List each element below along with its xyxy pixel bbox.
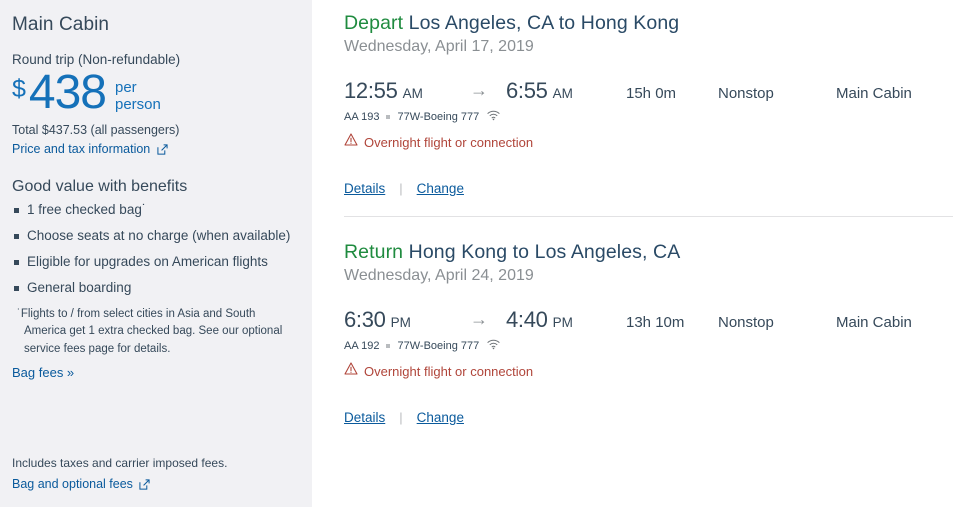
- arrival-time: 4:40 PM: [506, 307, 626, 333]
- arrow-right-icon: →: [470, 80, 488, 100]
- benefits-list: 1 free checked bag˙ Choose seats at no c…: [12, 202, 300, 297]
- price-amount: 438: [28, 66, 107, 119]
- overnight-warning-text: Overnight flight or connection: [364, 363, 534, 379]
- benefits-heading: Good value with benefits: [12, 178, 188, 195]
- wifi-icon: [487, 337, 500, 355]
- arrival-time-value: 6:55: [506, 78, 548, 103]
- slice-heading-depart: Depart Los Angeles, CA to Hong Kong: [344, 12, 953, 35]
- change-link[interactable]: Change: [417, 410, 464, 425]
- flight-meta-return: AA 192 77W-Boeing 777: [344, 337, 953, 355]
- benefit-item: Eligible for upgrades on American flight…: [12, 254, 300, 271]
- external-link-icon: [157, 144, 168, 158]
- price-and-tax-information-link[interactable]: Price and tax information: [12, 142, 168, 156]
- bag-and-optional-fees-link[interactable]: Bag and optional fees: [12, 477, 151, 493]
- slice-date-depart: Wednesday, April 17, 2019: [344, 38, 534, 55]
- price-block: $ 438 per person: [12, 69, 300, 117]
- total-price-label: Total $437.53 (all passengers): [12, 123, 180, 137]
- trip-type-label: Round trip (Non-refundable): [12, 52, 181, 67]
- action-divider: |: [399, 181, 403, 196]
- flight-duration: 13h 10m: [626, 314, 685, 331]
- slice-direction-label: Depart: [344, 12, 404, 34]
- flight-row-return: 6:30 PM → 4:40 PM 13h 10m Nonstop Main C…: [344, 307, 953, 333]
- price-and-tax-information-label: Price and tax information: [12, 142, 151, 156]
- warning-triangle-icon: [344, 362, 358, 380]
- flight-summary-page: Main Cabin Round trip (Non-refundable) $…: [0, 0, 953, 507]
- fare-sidebar: Main Cabin Round trip (Non-refundable) $…: [0, 0, 312, 507]
- flight-cabin: Main Cabin: [836, 85, 912, 102]
- slice-route-label: Los Angeles, CA to Hong Kong: [408, 12, 680, 34]
- departure-time: 6:30 PM: [344, 307, 452, 333]
- page-title: Main Cabin: [12, 14, 110, 35]
- arrival-time-meridiem: AM: [552, 86, 573, 101]
- departure-time-meridiem: PM: [390, 315, 411, 330]
- slice-date-return: Wednesday, April 24, 2019: [344, 267, 534, 284]
- benefit-item: 1 free checked bag˙: [12, 202, 300, 219]
- flight-meta-depart: AA 193 77W-Boeing 777: [344, 108, 953, 126]
- change-link[interactable]: Change: [417, 181, 464, 196]
- aircraft-type: 77W-Boeing 777: [397, 340, 480, 352]
- itinerary-slice-return: Return Hong Kong to Los Angeles, CA Wedn…: [344, 241, 953, 425]
- slice-actions-depart: Details | Change: [344, 181, 953, 196]
- flight-row-depart: 12:55 AM → 6:55 AM 15h 0m Nonstop Main C…: [344, 78, 953, 104]
- arrival-time-meridiem: PM: [552, 315, 573, 330]
- flight-cabin: Main Cabin: [836, 314, 912, 331]
- overnight-warning-depart: Overnight flight or connection: [344, 133, 953, 151]
- sidebar-footer: Includes taxes and carrier imposed fees.…: [12, 456, 227, 493]
- overnight-warning-return: Overnight flight or connection: [344, 362, 953, 380]
- benefits-footnote: ˙Flights to / from select cities in Asia…: [17, 307, 283, 356]
- bag-and-optional-fees-label: Bag and optional fees: [12, 477, 133, 491]
- flight-duration: 15h 0m: [626, 85, 677, 102]
- arrow-right-icon: →: [470, 309, 488, 329]
- warning-triangle-icon: [344, 133, 358, 151]
- departure-time: 12:55 AM: [344, 78, 452, 104]
- external-link-icon: [139, 479, 151, 493]
- aircraft-type: 77W-Boeing 777: [397, 111, 480, 123]
- slice-route-label: Hong Kong to Los Angeles, CA: [408, 241, 681, 263]
- action-divider: |: [399, 410, 403, 425]
- price-unit-person: person: [115, 95, 161, 113]
- bag-fees-link[interactable]: Bag fees »: [12, 365, 74, 380]
- slice-direction-label: Return: [344, 241, 404, 263]
- itinerary-slice-depart: Depart Los Angeles, CA to Hong Kong Wedn…: [344, 12, 953, 217]
- benefit-item: General boarding: [12, 280, 300, 297]
- itinerary-panel: Depart Los Angeles, CA to Hong Kong Wedn…: [312, 0, 953, 507]
- meta-separator-icon: [386, 115, 391, 119]
- slice-actions-return: Details | Change: [344, 410, 953, 425]
- slice-divider: [344, 216, 953, 217]
- wifi-icon: [487, 108, 500, 126]
- flight-stops: Nonstop: [718, 314, 774, 331]
- slice-heading-return: Return Hong Kong to Los Angeles, CA: [344, 241, 953, 264]
- overnight-warning-text: Overnight flight or connection: [364, 134, 534, 150]
- details-link[interactable]: Details: [344, 181, 385, 196]
- departure-time-meridiem: AM: [402, 86, 423, 101]
- price-unit-per: per: [115, 79, 137, 96]
- departure-time-value: 6:30: [344, 307, 386, 332]
- benefit-item: Choose seats at no charge (when availabl…: [12, 228, 300, 245]
- flight-number: AA 192: [344, 340, 380, 352]
- flight-number: AA 193: [344, 111, 380, 123]
- departure-time-value: 12:55: [344, 78, 398, 103]
- flight-stops: Nonstop: [718, 85, 774, 102]
- arrival-time: 6:55 AM: [506, 78, 626, 104]
- taxes-included-note: Includes taxes and carrier imposed fees.: [12, 456, 228, 470]
- price-unit: per person: [115, 79, 161, 113]
- arrival-time-value: 4:40: [506, 307, 548, 332]
- details-link[interactable]: Details: [344, 410, 385, 425]
- currency-symbol: $: [12, 75, 26, 103]
- meta-separator-icon: [386, 344, 391, 348]
